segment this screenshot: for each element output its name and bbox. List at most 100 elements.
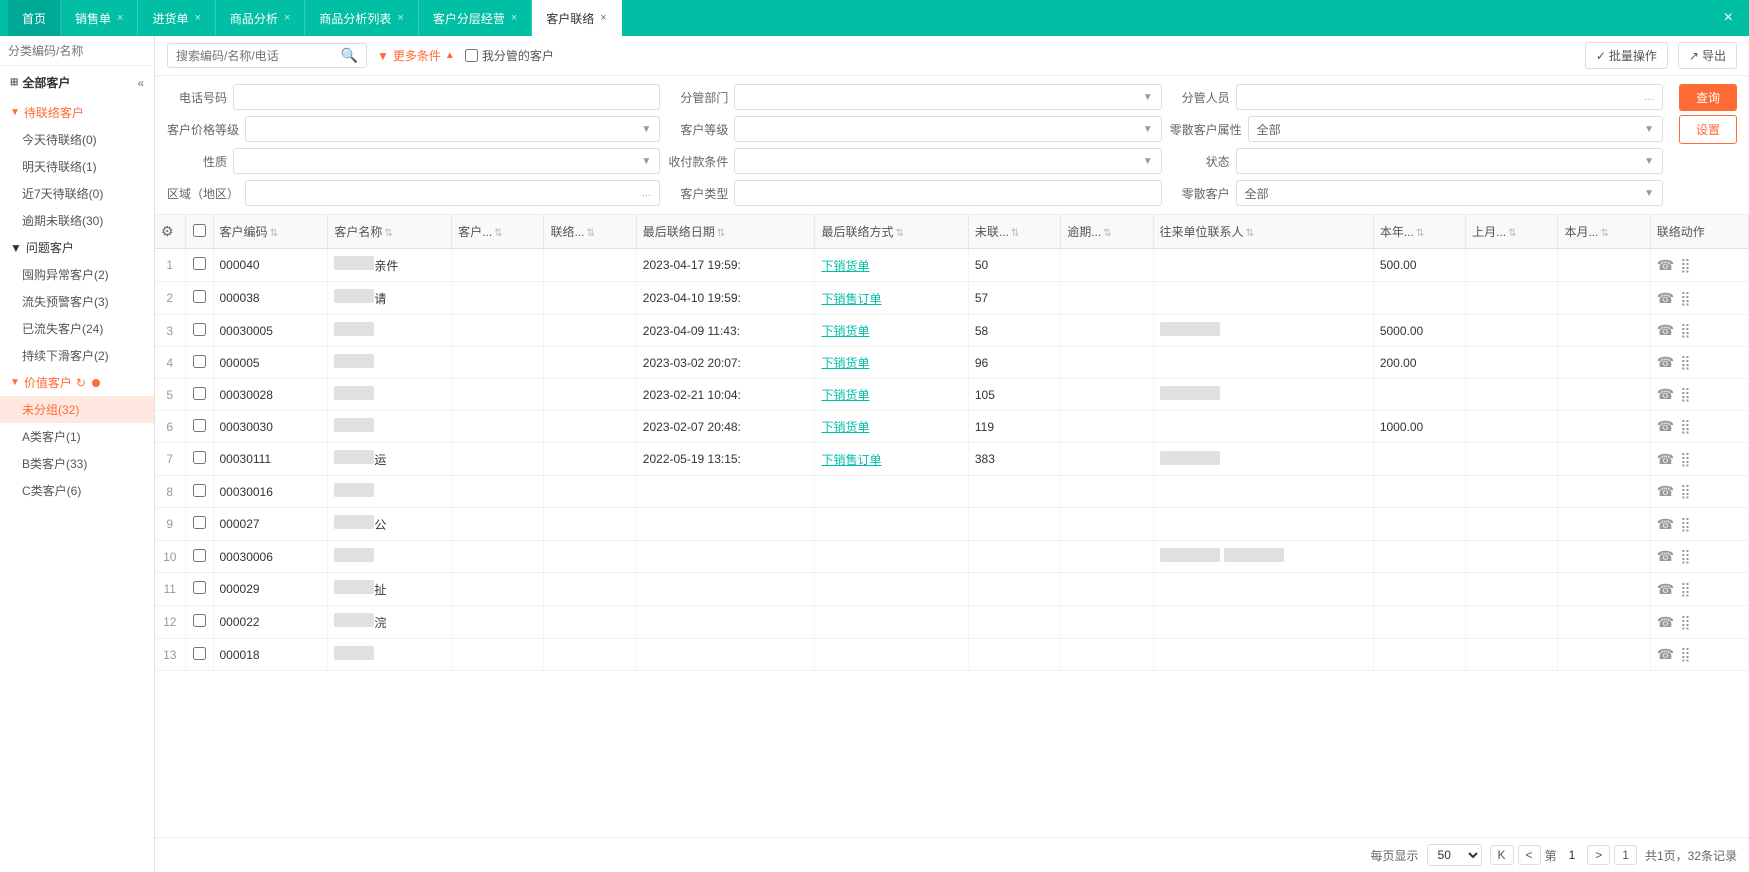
- row-action[interactable]: ☎ ⣿: [1650, 411, 1748, 443]
- contact-action-icon[interactable]: ☎: [1657, 322, 1674, 339]
- row-checkbox[interactable]: [193, 549, 206, 562]
- sidebar-item-today[interactable]: 今天待联络(0): [0, 126, 154, 153]
- sidebar-search-input[interactable]: [8, 44, 163, 58]
- payment-select[interactable]: ▼: [734, 148, 1161, 174]
- col-last-date[interactable]: 最后联络日期⇅: [636, 215, 815, 249]
- region-select[interactable]: …: [245, 180, 660, 206]
- next-page-btn[interactable]: >: [1587, 845, 1610, 865]
- more-action-icon[interactable]: ⣿: [1680, 354, 1690, 371]
- row-last-method[interactable]: [815, 508, 968, 541]
- first-page-btn[interactable]: K: [1490, 845, 1514, 865]
- row-name[interactable]: [328, 541, 452, 573]
- row-last-method[interactable]: [815, 606, 968, 639]
- row-checkbox[interactable]: [193, 451, 206, 464]
- contact-action-icon[interactable]: ☎: [1657, 354, 1674, 371]
- more-action-icon[interactable]: ⣿: [1680, 386, 1690, 403]
- col-contact[interactable]: 联络...⇅: [544, 215, 636, 249]
- analysis-tab-close[interactable]: ×: [284, 12, 290, 24]
- row-last-method[interactable]: [815, 573, 968, 606]
- contact-action-icon[interactable]: ☎: [1657, 516, 1674, 533]
- row-checkbox-cell[interactable]: [185, 508, 213, 541]
- col-name[interactable]: 客户名称⇅: [328, 215, 452, 249]
- row-action[interactable]: ☎ ⣿: [1650, 606, 1748, 639]
- row-last-method[interactable]: [815, 639, 968, 671]
- export-btn[interactable]: ↗ 导出: [1678, 42, 1737, 69]
- col-code[interactable]: 客户编码⇅: [213, 215, 328, 249]
- row-checkbox-cell[interactable]: [185, 315, 213, 347]
- sales-tab-close[interactable]: ×: [117, 12, 123, 24]
- row-action[interactable]: ☎ ⣿: [1650, 639, 1748, 671]
- contact-action-icon[interactable]: ☎: [1657, 386, 1674, 403]
- row-checkbox[interactable]: [193, 516, 206, 529]
- row-checkbox-cell[interactable]: [185, 606, 213, 639]
- sidebar-item-hoarding[interactable]: 囤购异常客户(2): [0, 261, 154, 288]
- more-action-icon[interactable]: ⣿: [1680, 290, 1690, 307]
- col-last-month[interactable]: 上月...⇅: [1466, 215, 1558, 249]
- contact-action-icon[interactable]: ☎: [1657, 451, 1674, 468]
- row-action[interactable]: ☎ ⣿: [1650, 573, 1748, 606]
- row-last-method[interactable]: 下销货单: [815, 411, 968, 443]
- sidebar-item-declining[interactable]: 持续下滑客户(2): [0, 342, 154, 369]
- sidebar-item-7days[interactable]: 近7天待联络(0): [0, 180, 154, 207]
- col-this-month[interactable]: 本月...⇅: [1558, 215, 1650, 249]
- prev-page-btn[interactable]: <: [1518, 845, 1541, 865]
- sidebar-group-problem[interactable]: ▼ 问题客户: [0, 234, 154, 261]
- row-checkbox-cell[interactable]: [185, 573, 213, 606]
- row-name[interactable]: [328, 347, 452, 379]
- row-action[interactable]: ☎ ⣿: [1650, 541, 1748, 573]
- col-contacts[interactable]: 往来单位联系人⇅: [1153, 215, 1373, 249]
- more-action-icon[interactable]: ⣿: [1680, 516, 1690, 533]
- col-no-contact[interactable]: 未联...⇅: [968, 215, 1060, 249]
- query-btn[interactable]: 查询: [1679, 84, 1737, 111]
- select-all-checkbox[interactable]: [193, 224, 206, 237]
- status-select[interactable]: ▼: [1236, 148, 1663, 174]
- row-last-method[interactable]: 下销货单: [815, 249, 968, 282]
- sidebar-item-churned[interactable]: 已流失客户(24): [0, 315, 154, 342]
- row-checkbox-cell[interactable]: [185, 249, 213, 282]
- row-checkbox-cell[interactable]: [185, 282, 213, 315]
- batch-ops-btn[interactable]: ✓ 批量操作: [1585, 42, 1668, 69]
- contact-action-icon[interactable]: ☎: [1657, 290, 1674, 307]
- phone-input[interactable]: [233, 84, 660, 110]
- per-page-select[interactable]: 50 100 200: [1427, 844, 1482, 866]
- row-name[interactable]: [328, 639, 452, 671]
- sidebar-all-customers[interactable]: ⊞ 全部客户 «: [0, 66, 154, 99]
- filter-search-icon[interactable]: 🔍: [341, 47, 358, 64]
- contact-action-icon[interactable]: ☎: [1657, 548, 1674, 565]
- row-name[interactable]: [328, 379, 452, 411]
- nav-tab-customer-mgmt[interactable]: 客户分层经营 ×: [419, 0, 532, 36]
- customer-level-select[interactable]: ▼: [734, 116, 1161, 142]
- sidebar-group-value[interactable]: ▼ 价值客户 ↻: [0, 369, 154, 396]
- sidebar-item-churn-warning[interactable]: 流失预警客户(3): [0, 288, 154, 315]
- customer-type-select[interactable]: [734, 180, 1161, 206]
- row-action[interactable]: ☎ ⣿: [1650, 443, 1748, 476]
- filter-search-box[interactable]: 🔍: [167, 43, 367, 68]
- col-overdue[interactable]: 逾期...⇅: [1061, 215, 1153, 249]
- my-customers-checkbox[interactable]: [465, 49, 478, 62]
- price-level-select[interactable]: ▼: [245, 116, 660, 142]
- sidebar-item-class-c[interactable]: C类客户(6): [0, 477, 154, 504]
- contact-action-icon[interactable]: ☎: [1657, 257, 1674, 274]
- customer-contact-tab-close[interactable]: ×: [600, 12, 606, 24]
- filter-search-input[interactable]: [176, 49, 337, 63]
- sidebar-group-pending[interactable]: ▼ 待联络客户: [0, 99, 154, 126]
- row-checkbox-cell[interactable]: [185, 443, 213, 476]
- col-checkbox[interactable]: [185, 215, 213, 249]
- reset-btn[interactable]: 设置: [1679, 115, 1737, 144]
- more-action-icon[interactable]: ⣿: [1680, 548, 1690, 565]
- col-settings[interactable]: ⚙: [155, 215, 185, 249]
- more-action-icon[interactable]: ⣿: [1680, 257, 1690, 274]
- row-checkbox-cell[interactable]: [185, 541, 213, 573]
- row-checkbox[interactable]: [193, 581, 206, 594]
- row-last-method[interactable]: [815, 476, 968, 508]
- row-name[interactable]: [328, 476, 452, 508]
- sidebar-item-class-b[interactable]: B类客户(33): [0, 450, 154, 477]
- row-checkbox[interactable]: [193, 257, 206, 270]
- nav-tab-customer-contact[interactable]: 客户联络 ×: [532, 0, 621, 36]
- more-action-icon[interactable]: ⣿: [1680, 483, 1690, 500]
- more-action-icon[interactable]: ⣿: [1680, 322, 1690, 339]
- row-checkbox-cell[interactable]: [185, 347, 213, 379]
- row-action[interactable]: ☎ ⣿: [1650, 315, 1748, 347]
- row-last-method[interactable]: 下销货单: [815, 315, 968, 347]
- row-checkbox-cell[interactable]: [185, 379, 213, 411]
